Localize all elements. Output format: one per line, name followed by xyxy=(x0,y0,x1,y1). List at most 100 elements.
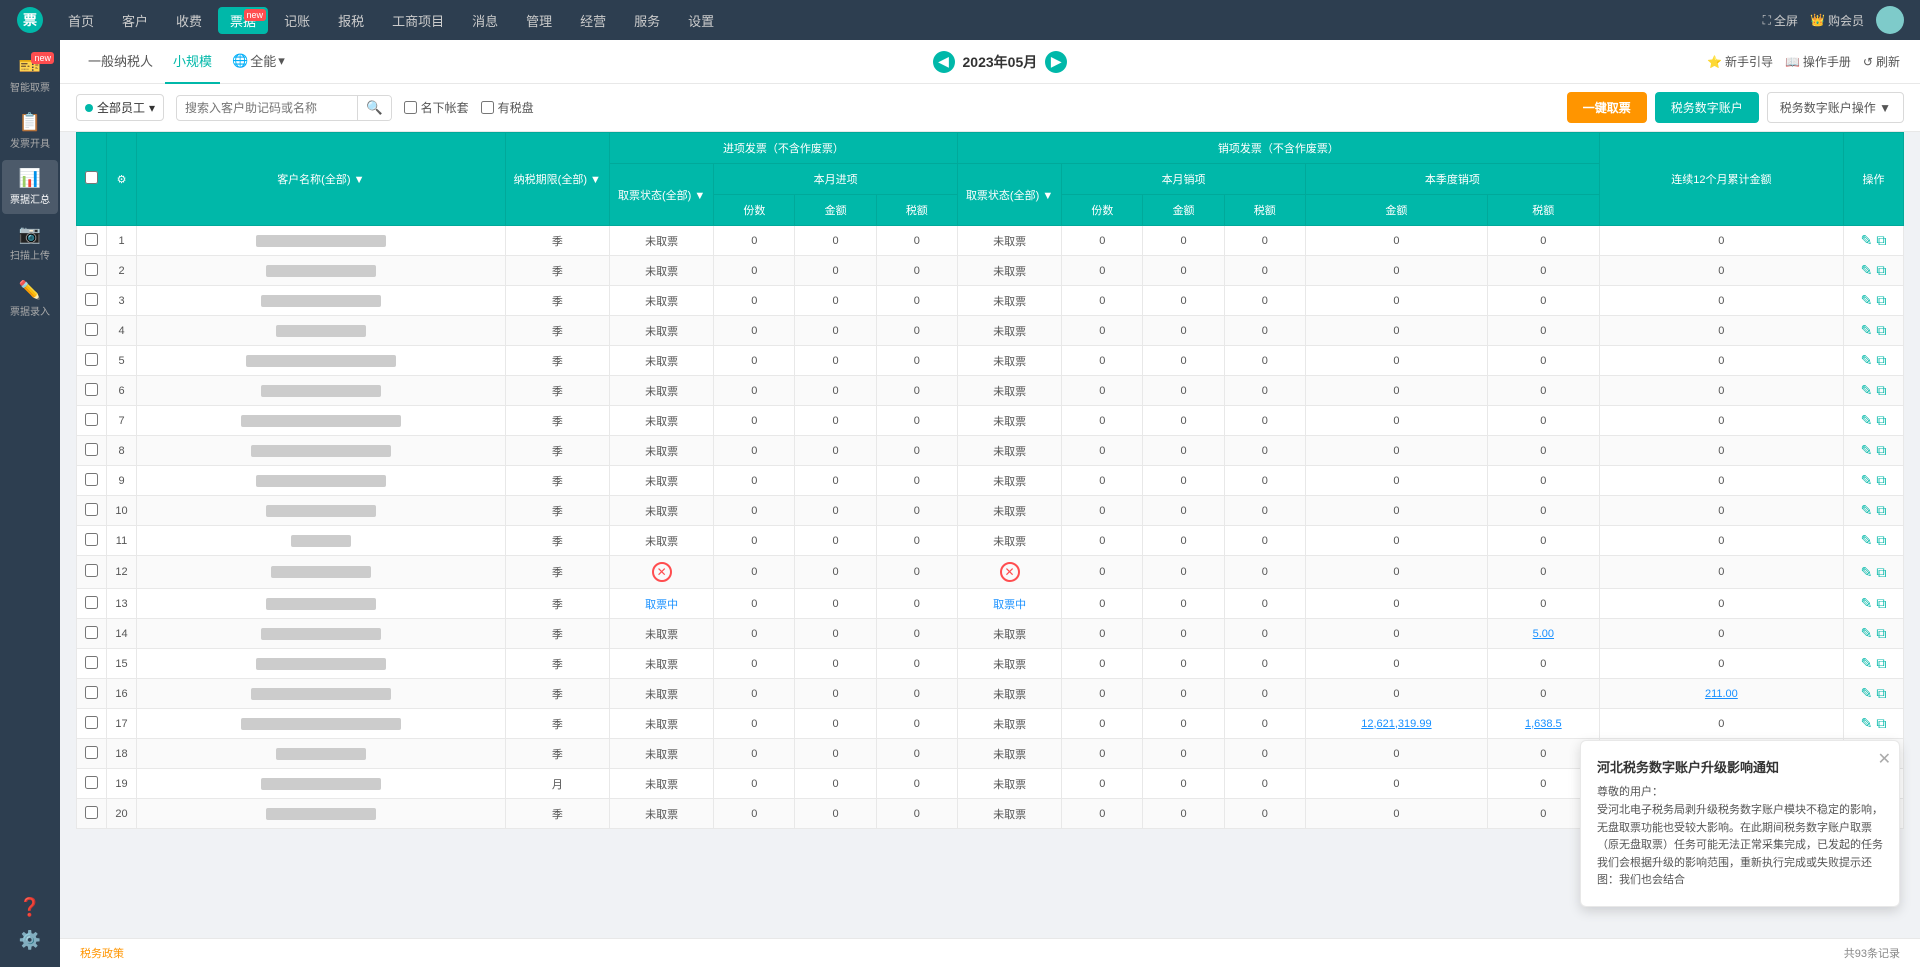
row-checkbox[interactable] xyxy=(85,596,98,609)
settings-icon[interactable]: ⚙️ xyxy=(19,930,41,951)
row-checkbox[interactable] xyxy=(85,776,98,789)
row-checkbox[interactable] xyxy=(85,443,98,456)
sidebar-item-invoice-open[interactable]: 📋 发票开具 xyxy=(2,104,58,158)
edit-icon[interactable]: ✎ xyxy=(1861,232,1873,249)
edit-icon[interactable]: ✎ xyxy=(1861,655,1873,672)
row-checkbox[interactable] xyxy=(85,293,98,306)
nav-service[interactable]: 服务 xyxy=(622,7,672,34)
sidebar-item-scan-upload[interactable]: 📷 扫描上传 xyxy=(2,216,58,270)
staff-select[interactable]: 全部员工 ▾ xyxy=(76,94,164,121)
one-key-ticket-button[interactable]: 一键取票 xyxy=(1567,92,1647,123)
taxdisk-checkbox[interactable] xyxy=(481,101,494,114)
copy-icon[interactable]: ⧉ xyxy=(1876,532,1886,549)
row-checkbox[interactable] xyxy=(85,353,98,366)
vip-button[interactable]: 👑 购会员 xyxy=(1810,12,1864,29)
th-out-status[interactable]: 取票状态(全部) ▼ xyxy=(957,164,1061,226)
copy-icon[interactable]: ⧉ xyxy=(1876,472,1886,489)
tab-general-taxpayer[interactable]: 一般纳税人 xyxy=(80,40,161,84)
copy-icon[interactable]: ⧉ xyxy=(1876,502,1886,519)
search-input[interactable] xyxy=(177,97,357,119)
edit-icon[interactable]: ✎ xyxy=(1861,382,1873,399)
fullscreen-button[interactable]: ⛶ 全屏 xyxy=(1763,12,1798,29)
period-prev-button[interactable]: ◀ xyxy=(933,51,955,73)
nav-settings[interactable]: 设置 xyxy=(676,7,726,34)
edit-icon[interactable]: ✎ xyxy=(1861,472,1873,489)
copy-icon[interactable]: ⧉ xyxy=(1876,442,1886,459)
row-checkbox[interactable] xyxy=(85,806,98,819)
select-all-checkbox[interactable] xyxy=(85,171,98,184)
copy-icon[interactable]: ⧉ xyxy=(1876,655,1886,672)
manual-link[interactable]: 📖 操作手册 xyxy=(1785,53,1851,70)
notification-close-button[interactable]: ✕ xyxy=(1878,749,1891,769)
new-guide-link[interactable]: ⭐ 新手引导 xyxy=(1707,53,1773,70)
tab-small-scale[interactable]: 小规模 xyxy=(165,40,220,84)
nav-ticket[interactable]: 票据 new xyxy=(218,7,268,34)
copy-icon[interactable]: ⧉ xyxy=(1876,595,1886,612)
nav-tax[interactable]: 报税 xyxy=(326,7,376,34)
copy-icon[interactable]: ⧉ xyxy=(1876,292,1886,309)
th-in-status[interactable]: 取票状态(全部) ▼ xyxy=(609,164,713,226)
copy-icon[interactable]: ⧉ xyxy=(1876,322,1886,339)
error-icon[interactable]: ✕ xyxy=(1000,562,1020,582)
q-amount-link[interactable]: 12,621,319.99 xyxy=(1361,718,1431,730)
edit-icon[interactable]: ✎ xyxy=(1861,412,1873,429)
nav-message[interactable]: 消息 xyxy=(460,7,510,34)
row-checkbox[interactable] xyxy=(85,383,98,396)
edit-icon[interactable]: ✎ xyxy=(1861,715,1873,732)
row-checkbox[interactable] xyxy=(85,263,98,276)
checkbox-taxdisk[interactable]: 有税盘 xyxy=(481,99,534,116)
row-checkbox[interactable] xyxy=(85,323,98,336)
th-tax-period[interactable]: 纳税期限(全部) ▼ xyxy=(505,133,609,226)
edit-icon[interactable]: ✎ xyxy=(1861,564,1873,581)
row-checkbox[interactable] xyxy=(85,686,98,699)
edit-icon[interactable]: ✎ xyxy=(1861,685,1873,702)
period-next-button[interactable]: ▶ xyxy=(1045,51,1067,73)
row-checkbox[interactable] xyxy=(85,503,98,516)
edit-icon[interactable]: ✎ xyxy=(1861,352,1873,369)
tax-digital-action-button[interactable]: 税务数字账户操作 ▼ xyxy=(1767,92,1904,123)
user-avatar[interactable] xyxy=(1876,6,1904,34)
sidebar-item-ticket-entry[interactable]: ✏️ 票据录入 xyxy=(2,272,58,326)
edit-icon[interactable]: ✎ xyxy=(1861,502,1873,519)
copy-icon[interactable]: ⧉ xyxy=(1876,625,1886,642)
nav-fee[interactable]: 收费 xyxy=(164,7,214,34)
q-tax-link[interactable]: 5.00 xyxy=(1533,628,1554,640)
edit-icon[interactable]: ✎ xyxy=(1861,292,1873,309)
copy-icon[interactable]: ⧉ xyxy=(1876,262,1886,279)
nav-business[interactable]: 工商项目 xyxy=(380,7,456,34)
row-checkbox[interactable] xyxy=(85,746,98,759)
copy-icon[interactable]: ⧉ xyxy=(1876,685,1886,702)
nav-home[interactable]: 首页 xyxy=(56,7,106,34)
nav-operation[interactable]: 经营 xyxy=(568,7,618,34)
sidebar-item-smart-ticket[interactable]: 🎫 new 智能取票 xyxy=(2,48,58,102)
nav-manage[interactable]: 管理 xyxy=(514,7,564,34)
edit-icon[interactable]: ✎ xyxy=(1861,595,1873,612)
error-icon[interactable]: ✕ xyxy=(652,562,672,582)
edit-icon[interactable]: ✎ xyxy=(1861,532,1873,549)
edit-icon[interactable]: ✎ xyxy=(1861,625,1873,642)
nav-customer[interactable]: 客户 xyxy=(110,7,160,34)
copy-icon[interactable]: ⧉ xyxy=(1876,352,1886,369)
row-checkbox[interactable] xyxy=(85,564,98,577)
rolling12-link[interactable]: 211.00 xyxy=(1705,688,1738,700)
tax-policy-link[interactable]: 税务政策 xyxy=(80,945,124,961)
row-checkbox[interactable] xyxy=(85,233,98,246)
help-icon[interactable]: ❓ xyxy=(19,897,41,918)
edit-icon[interactable]: ✎ xyxy=(1861,262,1873,279)
copy-icon[interactable]: ⧉ xyxy=(1876,232,1886,249)
copy-icon[interactable]: ⧉ xyxy=(1876,412,1886,429)
row-checkbox[interactable] xyxy=(85,656,98,669)
nav-bookkeeping[interactable]: 记账 xyxy=(272,7,322,34)
row-checkbox[interactable] xyxy=(85,473,98,486)
edit-icon[interactable]: ✎ xyxy=(1861,322,1873,339)
th-customer-name[interactable]: 客户名称(全部) ▼ xyxy=(137,133,506,226)
sidebar-item-ticket-summary[interactable]: 📊 票据汇总 xyxy=(2,160,58,214)
copy-icon[interactable]: ⧉ xyxy=(1876,715,1886,732)
row-checkbox[interactable] xyxy=(85,533,98,546)
row-checkbox[interactable] xyxy=(85,716,98,729)
tab-all-capable[interactable]: 🌐 全能 ▾ xyxy=(224,40,293,84)
q-tax-link[interactable]: 1,638.5 xyxy=(1525,718,1562,730)
tax-digital-button[interactable]: 税务数字账户 xyxy=(1655,92,1759,123)
copy-icon[interactable]: ⧉ xyxy=(1876,382,1886,399)
subledger-checkbox[interactable] xyxy=(404,101,417,114)
